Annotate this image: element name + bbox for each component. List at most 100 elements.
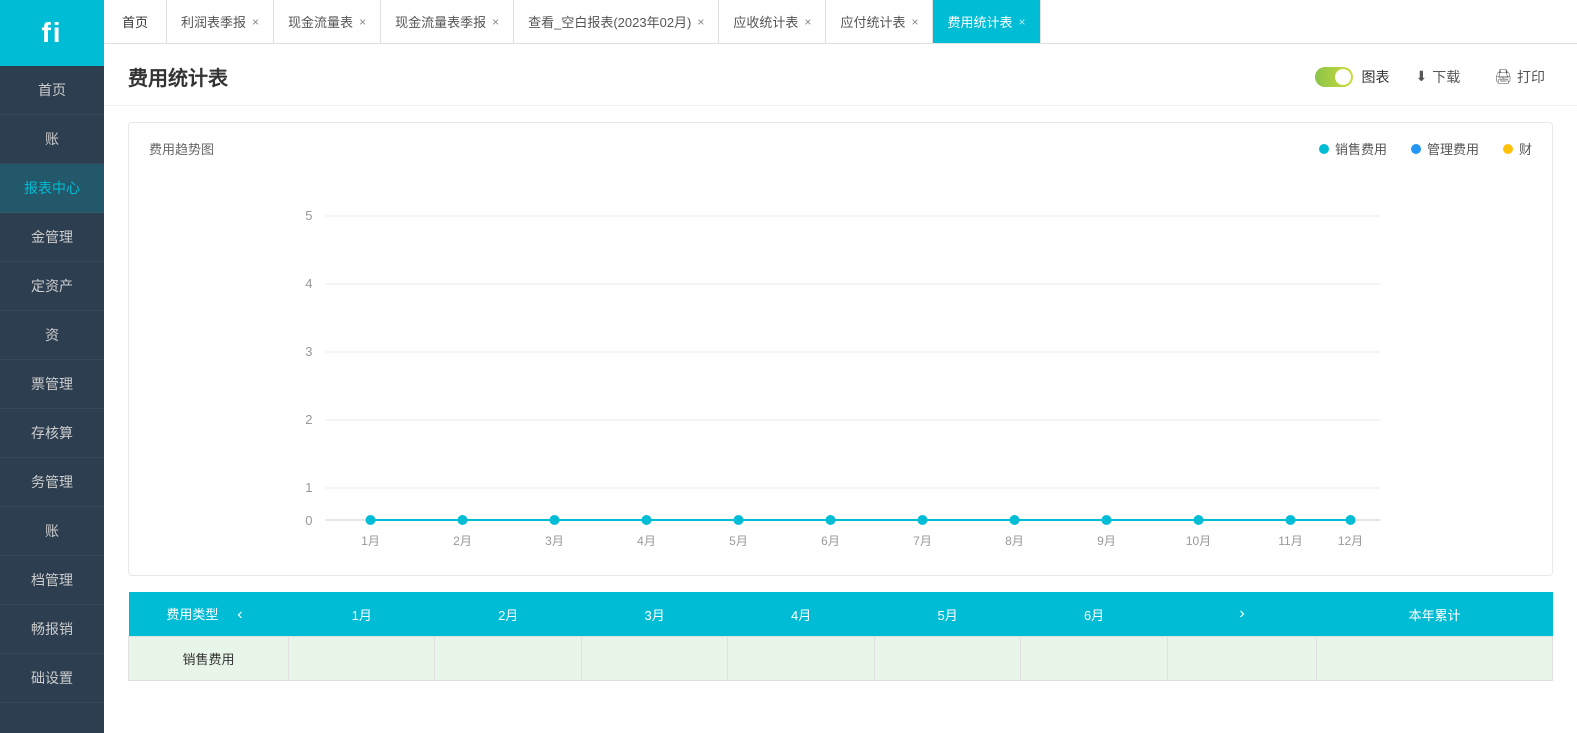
- col-month-5: 5月: [874, 592, 1020, 637]
- legend-dot-admin: [1411, 144, 1421, 154]
- svg-text:10月: 10月: [1186, 534, 1211, 548]
- main-content: 首页 利润表季报 × 现金流量表 × 现金流量表季报 × 查看_空白报表(202…: [104, 0, 1577, 733]
- row-sales-m6: [1021, 637, 1167, 681]
- svg-text:4: 4: [305, 276, 312, 291]
- table-row-sales: 销售费用: [129, 637, 1553, 681]
- col-expense-type: 费用类型 ‹: [129, 592, 289, 637]
- legend-admin: 管理费用: [1411, 139, 1479, 158]
- svg-text:1: 1: [305, 480, 312, 495]
- col-ytd: 本年累计: [1317, 592, 1553, 637]
- svg-text:8月: 8月: [1005, 534, 1024, 548]
- svg-text:9月: 9月: [1097, 534, 1116, 548]
- chart-toggle-wrap: 图表: [1315, 67, 1389, 87]
- legend-label-finance: 财: [1519, 139, 1532, 158]
- print-icon: 🖨: [1494, 68, 1512, 85]
- sidebar-item-assets[interactable]: 定资产: [0, 262, 104, 311]
- col-month-2: 2月: [435, 592, 581, 637]
- row-sales-m1: [289, 637, 435, 681]
- svg-text:6月: 6月: [821, 534, 840, 548]
- sidebar-item-tickets[interactable]: 票管理: [0, 360, 104, 409]
- chart-container: 费用趋势图 销售费用 管理费用 财: [128, 122, 1553, 576]
- legend-finance: 财: [1503, 139, 1532, 158]
- row-sales-m2: [435, 637, 581, 681]
- col-month-4: 4月: [728, 592, 874, 637]
- svg-text:11月: 11月: [1278, 534, 1302, 548]
- tab-expense-stats[interactable]: 费用统计表 ×: [933, 0, 1040, 43]
- tab-close-expense-stats[interactable]: ×: [1018, 15, 1025, 29]
- download-button[interactable]: ⬇ 下载: [1407, 63, 1468, 91]
- page-content: 费用统计表 图表 ⬇ 下载 🖨 打印 费用趋势图: [104, 44, 1577, 733]
- data-table-container: 费用类型 ‹ 1月 2月 3月 4月 5月 6月 › 本年累计: [128, 592, 1553, 681]
- next-month-button[interactable]: ›: [1231, 605, 1252, 622]
- expense-table: 费用类型 ‹ 1月 2月 3月 4月 5月 6月 › 本年累计: [128, 592, 1553, 681]
- sidebar-item-finance[interactable]: 金管理: [0, 213, 104, 262]
- tab-payable[interactable]: 应付统计表 ×: [826, 0, 933, 43]
- row-sales-nav: [1167, 637, 1317, 681]
- tab-close-profit[interactable]: ×: [252, 15, 259, 29]
- sidebar-item-inventory[interactable]: 存核算: [0, 409, 104, 458]
- page-actions: 图表 ⬇ 下载 🖨 打印: [1315, 63, 1553, 91]
- legend-dot-sales: [1319, 144, 1329, 154]
- page-title: 费用统计表: [128, 62, 228, 91]
- sidebar-item-service[interactable]: 务管理: [0, 458, 104, 507]
- sidebar-item-reports[interactable]: 报表中心: [0, 164, 104, 213]
- sidebar-item-ledger[interactable]: 账: [0, 507, 104, 556]
- sidebar: fi 首页 账 报表中心 金管理 定资产 资 票管理 存核算 务管理 账 档管理…: [0, 0, 104, 733]
- svg-text:7月: 7月: [913, 534, 932, 548]
- row-sales-ytd: [1317, 637, 1553, 681]
- svg-text:0: 0: [305, 513, 312, 528]
- col-month-3: 3月: [581, 592, 727, 637]
- row-label-sales: 销售费用: [129, 637, 289, 681]
- sidebar-item-settings[interactable]: 础设置: [0, 654, 104, 703]
- line-chart: 5 4 3 2 1 0: [149, 170, 1532, 550]
- download-label: 下载: [1432, 67, 1460, 87]
- col-next-arrow[interactable]: ›: [1167, 592, 1317, 637]
- sidebar-item-expense[interactable]: 畅报销: [0, 605, 104, 654]
- row-sales-m4: [728, 637, 874, 681]
- tab-blank-report[interactable]: 查看_空白报表(2023年02月) ×: [514, 0, 719, 43]
- tab-home[interactable]: 首页: [104, 0, 167, 43]
- sidebar-item-capital[interactable]: 资: [0, 311, 104, 360]
- tab-close-payable[interactable]: ×: [911, 15, 918, 29]
- tab-close-cashflow[interactable]: ×: [359, 15, 366, 29]
- tab-cashflow-quarterly[interactable]: 现金流量表季报 ×: [381, 0, 514, 43]
- chart-toggle-label: 图表: [1361, 67, 1389, 87]
- col-month-1: 1月: [289, 592, 435, 637]
- row-sales-m5: [874, 637, 1020, 681]
- page-header: 费用统计表 图表 ⬇ 下载 🖨 打印: [104, 44, 1577, 106]
- tab-bar: 首页 利润表季报 × 现金流量表 × 现金流量表季报 × 查看_空白报表(202…: [104, 0, 1577, 44]
- tab-close-blank-report[interactable]: ×: [697, 15, 704, 29]
- svg-text:5: 5: [305, 208, 312, 223]
- svg-text:1月: 1月: [361, 534, 380, 548]
- sidebar-item-account[interactable]: 账: [0, 115, 104, 164]
- chart-svg-area: 5 4 3 2 1 0: [149, 170, 1532, 555]
- sidebar-logo: fi: [0, 0, 104, 66]
- prev-month-button[interactable]: ‹: [229, 606, 250, 623]
- tab-receivable[interactable]: 应收统计表 ×: [719, 0, 826, 43]
- legend-sales: 销售费用: [1319, 139, 1387, 158]
- svg-text:3: 3: [305, 344, 312, 359]
- tab-cashflow[interactable]: 现金流量表 ×: [274, 0, 381, 43]
- download-icon: ⬇: [1415, 68, 1427, 85]
- table-header-row: 费用类型 ‹ 1月 2月 3月 4月 5月 6月 › 本年累计: [129, 592, 1553, 637]
- row-sales-m3: [581, 637, 727, 681]
- svg-text:5月: 5月: [729, 534, 748, 548]
- svg-text:2: 2: [305, 412, 312, 427]
- chart-toggle[interactable]: [1315, 67, 1353, 87]
- chart-title: 费用趋势图: [149, 139, 214, 158]
- col-month-6: 6月: [1021, 592, 1167, 637]
- print-button[interactable]: 🖨 打印: [1486, 63, 1553, 91]
- chart-legend: 销售费用 管理费用 财: [1319, 139, 1532, 158]
- tab-profit[interactable]: 利润表季报 ×: [167, 0, 274, 43]
- print-label: 打印: [1517, 67, 1545, 87]
- svg-text:12月: 12月: [1338, 534, 1363, 548]
- sidebar-item-archives[interactable]: 档管理: [0, 556, 104, 605]
- svg-text:4月: 4月: [637, 534, 656, 548]
- sidebar-item-home[interactable]: 首页: [0, 66, 104, 115]
- legend-dot-finance: [1503, 144, 1513, 154]
- tab-close-receivable[interactable]: ×: [804, 15, 811, 29]
- svg-text:3月: 3月: [545, 534, 564, 548]
- tab-close-cashflow-quarterly[interactable]: ×: [492, 15, 499, 29]
- legend-label-sales: 销售费用: [1335, 139, 1387, 158]
- svg-text:2月: 2月: [453, 534, 472, 548]
